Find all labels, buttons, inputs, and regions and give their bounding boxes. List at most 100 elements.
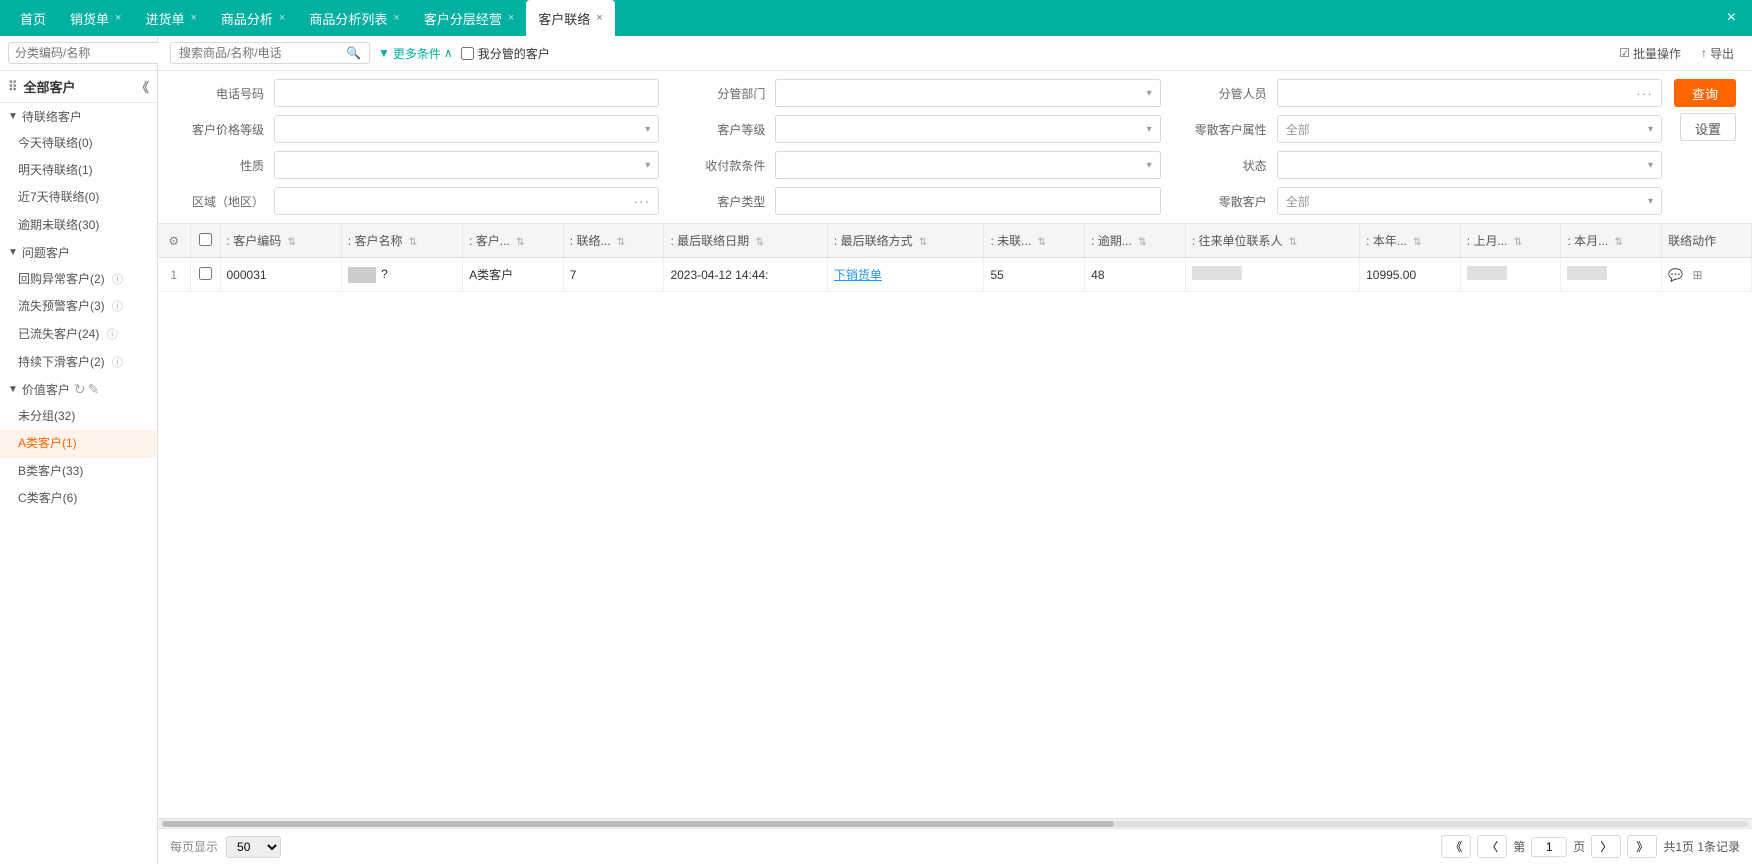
label-phone: 电话号码: [174, 85, 274, 102]
sort-thismonth-icon[interactable]: ⇅: [1615, 237, 1623, 248]
page-size-select[interactable]: 50 100 200: [226, 836, 281, 858]
sort-lastdate-icon[interactable]: ⇅: [755, 237, 763, 248]
last-page-button[interactable]: 》: [1627, 835, 1657, 858]
field-phone: 电话号码: [174, 79, 659, 107]
sort-name-icon[interactable]: ⇅: [409, 237, 417, 248]
sidebar-item-churned[interactable]: 已流失客户(24) ⓘ: [0, 321, 157, 349]
my-customer-check[interactable]: [461, 47, 474, 60]
sidebar-section-problem[interactable]: ▼ 问题客户: [0, 239, 157, 266]
bottom-bar: 每页显示 50 100 200 《 〈 第 页 〉 》 共1页 1条记录: [158, 828, 1752, 864]
sort-thisyear-icon[interactable]: ⇅: [1413, 237, 1421, 248]
sidebar-section-value[interactable]: ▼ 价值客户 ↻ ✎: [0, 376, 157, 403]
chevron-dept-icon: ▾: [1147, 88, 1152, 99]
tab-customer-contact[interactable]: 客户联络 ×: [526, 0, 614, 36]
sidebar-item-ungrouped[interactable]: 未分组(32): [0, 403, 157, 430]
select-cust-level[interactable]: ▾: [775, 115, 1160, 143]
prev-page-button[interactable]: 〈: [1477, 835, 1507, 858]
col-thismonth-header: : 本月... ⇅: [1561, 224, 1662, 258]
content-area: 🔍 ▼ 更多条件 ∧ 我分管的客户 ☑ 批量操作 ↑ 导出: [158, 36, 1752, 864]
sort-unitcontact-icon[interactable]: ⇅: [1289, 237, 1297, 248]
sidebar-item-7days[interactable]: 近7天待联络(0): [0, 184, 157, 211]
sidebar-item-overdue[interactable]: 逾期未联络(30): [0, 212, 157, 239]
select-retail-cust[interactable]: 全部 ▾: [1277, 187, 1662, 215]
label-price-level: 客户价格等级: [174, 121, 274, 138]
select-dept[interactable]: ▾: [775, 79, 1160, 107]
select-payment[interactable]: ▾: [775, 151, 1160, 179]
sidebar-item-churn-warning[interactable]: 流失预警客户(3) ⓘ: [0, 293, 157, 321]
query-button[interactable]: 查询: [1674, 79, 1736, 107]
sidebar-search-input[interactable]: [8, 42, 177, 64]
more-conditions-button[interactable]: ▼ 更多条件 ∧: [378, 45, 453, 62]
sidebar-item-b-class[interactable]: B类客户(33): [0, 458, 157, 485]
sort-overdue-icon[interactable]: ⇅: [1138, 237, 1146, 248]
scrollbar-thumb[interactable]: [162, 821, 1114, 827]
chevron-retail-cust-icon: ▾: [1648, 196, 1653, 207]
export-button[interactable]: ↑ 导出: [1695, 43, 1740, 64]
sidebar-item-declining[interactable]: 持续下滑客户(2) ⓘ: [0, 349, 157, 377]
sidebar-collapse-icon[interactable]: 《: [136, 77, 149, 96]
sort-lastmonth-icon[interactable]: ⇅: [1514, 237, 1522, 248]
sidebar-item-c-class[interactable]: C类客户(6): [0, 485, 157, 512]
next-page-button[interactable]: 〉: [1591, 835, 1621, 858]
select-price-level[interactable]: ▾: [274, 115, 659, 143]
sidebar-section-pending[interactable]: ▼ 待联络客户: [0, 103, 157, 130]
tab-analysis-list[interactable]: 商品分析列表 ×: [297, 0, 411, 36]
value-refresh-icon[interactable]: ↻: [74, 381, 86, 398]
close-customer-tier-icon[interactable]: ×: [508, 12, 514, 24]
settings-button[interactable]: 设置: [1680, 113, 1736, 141]
main-search-input[interactable]: [179, 46, 346, 60]
tab-sales[interactable]: 销货单 ×: [58, 0, 133, 36]
tab-customer-tier[interactable]: 客户分层经营 ×: [412, 0, 526, 36]
select-status[interactable]: ▾: [1277, 151, 1662, 179]
main-search-icon[interactable]: 🔍: [346, 46, 361, 60]
close-analysis-list-icon[interactable]: ×: [393, 12, 399, 24]
sidebar-item-a-class[interactable]: A类客户(1): [0, 430, 157, 457]
value-edit-icon[interactable]: ✎: [88, 381, 100, 398]
sort-nocontact-icon[interactable]: ⇅: [1038, 237, 1046, 248]
horizontal-scrollbar[interactable]: [158, 818, 1752, 828]
batch-ops-area: ☑ 批量操作 ↑ 导出: [1613, 43, 1740, 64]
field-region: 区域（地区） ···: [174, 187, 659, 215]
sort-type-icon[interactable]: ⇅: [516, 237, 524, 248]
arrow-problem-icon: ▼: [8, 247, 18, 258]
chat-action-icon[interactable]: 💬: [1668, 268, 1683, 282]
sidebar-item-tomorrow[interactable]: 明天待联络(1): [0, 157, 157, 184]
nav-close-button[interactable]: ×: [1719, 5, 1744, 31]
select-nature[interactable]: ▾: [274, 151, 659, 179]
select-person[interactable]: ···: [1277, 79, 1662, 107]
sort-contact-icon[interactable]: ⇅: [617, 237, 625, 248]
query-btn-group: 查询 设置: [1662, 79, 1736, 215]
tab-analysis[interactable]: 商品分析 ×: [209, 0, 297, 36]
field-dept: 分管部门 ▾: [675, 79, 1160, 107]
last-method-link[interactable]: 下销货单: [834, 268, 882, 282]
export-icon: ↑: [1701, 46, 1707, 60]
chevron-price-icon: ▾: [645, 124, 650, 135]
sidebar-item-today[interactable]: 今天待联络(0): [0, 130, 157, 157]
page-number-input[interactable]: [1531, 837, 1567, 857]
close-sales-icon[interactable]: ×: [115, 12, 121, 24]
first-page-button[interactable]: 《: [1441, 835, 1471, 858]
batch-ops-button[interactable]: ☑ 批量操作: [1613, 43, 1687, 64]
sort-code-icon[interactable]: ⇅: [288, 237, 296, 248]
sort-lastmethod-icon[interactable]: ⇅: [919, 237, 927, 248]
col-lastdate-header: : 最后联络日期 ⇅: [664, 224, 827, 258]
row-checkbox[interactable]: [199, 267, 212, 280]
help-churn-warning-icon[interactable]: ⓘ: [112, 301, 123, 313]
gear-icon[interactable]: ⚙: [168, 234, 179, 248]
help-churned-icon[interactable]: ⓘ: [107, 329, 118, 341]
input-cust-type[interactable]: [775, 187, 1160, 215]
select-retail-attr[interactable]: 全部 ▾: [1277, 115, 1662, 143]
select-all-checkbox[interactable]: [199, 233, 212, 246]
my-customer-checkbox[interactable]: 我分管的客户: [461, 45, 550, 62]
select-region[interactable]: ···: [274, 187, 659, 215]
sidebar-item-repurchase-anomaly[interactable]: 回购异常客户(2) ⓘ: [0, 266, 157, 294]
tab-purchase[interactable]: 进货单 ×: [133, 0, 208, 36]
help-declining-icon[interactable]: ⓘ: [112, 357, 123, 369]
grid-action-icon[interactable]: ⊞: [1692, 268, 1702, 282]
tab-home[interactable]: 首页: [8, 0, 58, 36]
close-analysis-icon[interactable]: ×: [279, 12, 285, 24]
close-purchase-icon[interactable]: ×: [190, 12, 196, 24]
close-customer-contact-icon[interactable]: ×: [596, 12, 602, 24]
help-repurchase-icon[interactable]: ⓘ: [112, 274, 123, 286]
input-phone[interactable]: [274, 79, 659, 107]
